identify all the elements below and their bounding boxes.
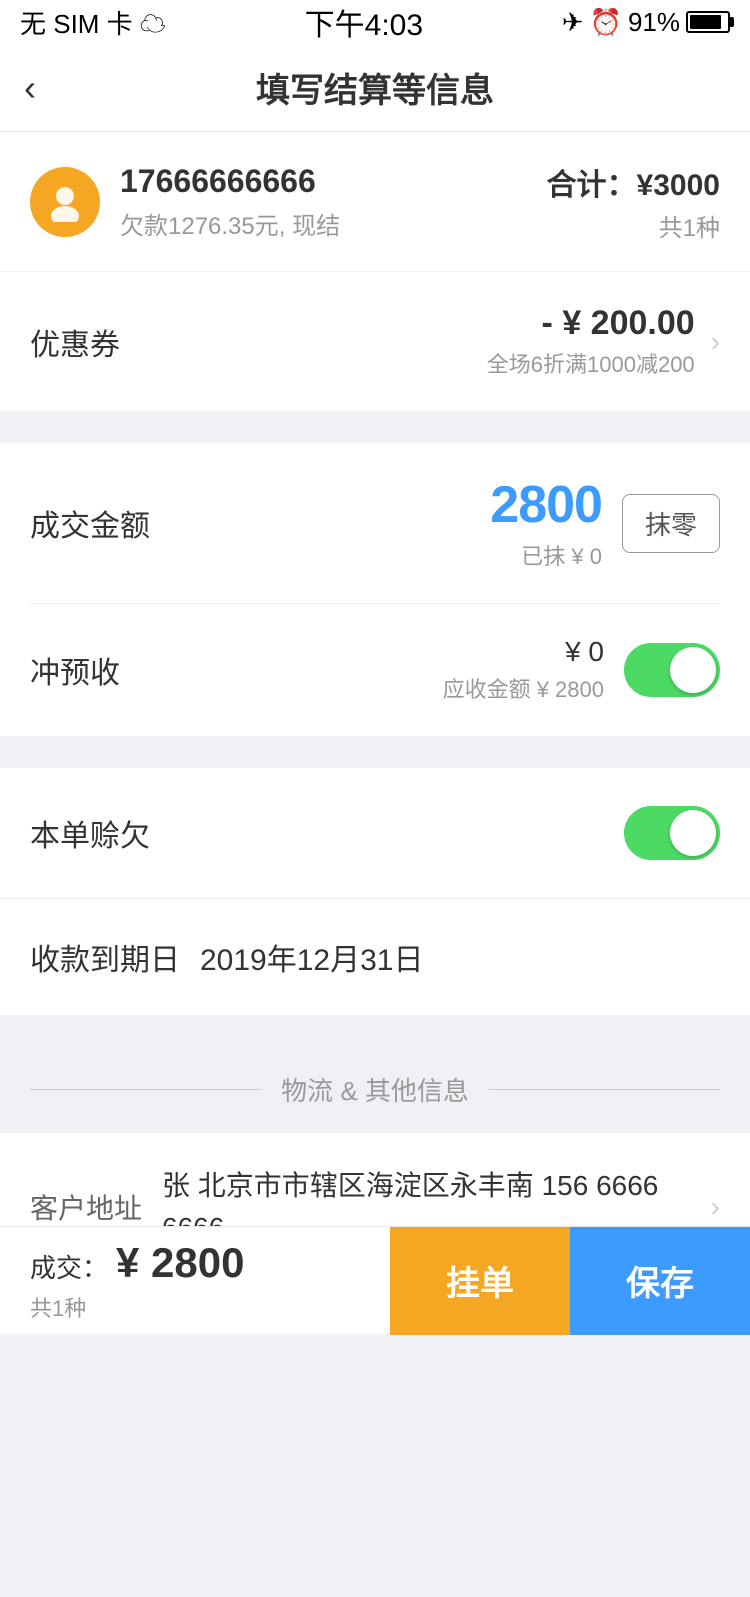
avatar	[30, 167, 100, 237]
nav-bar: ‹ 填写结算等信息	[0, 44, 750, 132]
coupon-row[interactable]: 优惠券 - ¥ 200.00 全场6折满1000减200 ›	[0, 271, 750, 411]
customer-row: 17666666666 欠款1276.35元, 现结 合计：¥3000 共1种	[0, 132, 750, 271]
deal-amount-value: 2800	[490, 475, 602, 535]
status-right: ✈ ⏰ 91%	[562, 7, 730, 38]
coupon-label: 优惠券	[30, 320, 120, 364]
page-title: 填写结算等信息	[256, 63, 494, 112]
coupon-detail: 全场6折满1000减200	[487, 347, 695, 379]
address-chevron-icon: ›	[711, 1191, 720, 1223]
battery-icon	[686, 11, 730, 33]
chong-toggle[interactable]	[624, 643, 720, 697]
deal-amount-row: 成交金额 2800 已抹 ¥ 0 抹零	[30, 443, 720, 604]
total-count: 共1种	[547, 208, 720, 243]
section-divider-2	[0, 752, 750, 768]
deal-section: 成交金额 2800 已抹 ¥ 0 抹零 冲预收 ¥ 0 应收金额 ¥ 2800	[0, 443, 750, 736]
chong-row: 冲预收 ¥ 0 应收金额 ¥ 2800	[30, 604, 720, 736]
battery-level: 91%	[628, 7, 680, 38]
chong-sub: 应收金额 ¥ 2800	[443, 672, 604, 704]
alarm-icon: ⏰	[590, 7, 622, 38]
bottom-bar: 成交： ¥ 2800 共1种 挂单 保存	[0, 1226, 750, 1334]
section-divider-3	[0, 1031, 750, 1047]
bottom-deal-label: 成交：	[30, 1248, 108, 1285]
due-row: 收款到期日 2019年12月31日	[0, 898, 750, 1015]
main-content: 17666666666 欠款1276.35元, 现结 合计：¥3000 共1种 …	[0, 132, 750, 1597]
due-label: 收款到期日	[30, 935, 180, 979]
credit-toggle[interactable]	[624, 806, 720, 860]
total-amount: 合计：¥3000	[547, 160, 720, 204]
sim-label: 无 SIM 卡 ☁	[20, 4, 166, 41]
deal-amount-sub: 已抹 ¥ 0	[490, 539, 602, 571]
location-icon: ✈	[562, 7, 584, 38]
customer-card: 17666666666 欠款1276.35元, 现结 合计：¥3000 共1种 …	[0, 132, 750, 411]
coupon-discount: - ¥ 200.00	[487, 304, 695, 343]
back-button[interactable]: ‹	[24, 67, 36, 109]
deal-amount-label: 成交金额	[30, 501, 150, 545]
status-left: 无 SIM 卡 ☁	[20, 4, 166, 41]
save-button[interactable]: 保存	[570, 1227, 750, 1335]
status-time: 下午4:03	[305, 0, 423, 44]
bottom-deal-amount: ¥ 2800	[116, 1239, 244, 1287]
credit-label: 本单赊欠	[30, 811, 150, 855]
bottom-summary: 成交： ¥ 2800 共1种	[0, 1239, 390, 1323]
bottom-count: 共1种	[30, 1291, 360, 1323]
logistics-label: 物流 & 其他信息	[281, 1071, 469, 1108]
customer-debt: 欠款1276.35元, 现结	[120, 206, 340, 241]
chevron-right-icon: ›	[711, 326, 720, 358]
hang-button[interactable]: 挂单	[390, 1227, 570, 1335]
credit-row: 本单赊欠	[0, 768, 750, 898]
address-label: 客户地址	[30, 1187, 142, 1227]
chong-amount: ¥ 0	[443, 636, 604, 668]
due-date: 2019年12月31日	[200, 935, 423, 979]
mozero-button[interactable]: 抹零	[622, 494, 720, 553]
logistics-header: 物流 & 其他信息	[0, 1047, 750, 1132]
credit-card: 本单赊欠 收款到期日 2019年12月31日	[0, 768, 750, 1015]
customer-phone: 17666666666	[120, 163, 340, 200]
status-bar: 无 SIM 卡 ☁ 下午4:03 ✈ ⏰ 91%	[0, 0, 750, 44]
section-divider-1	[0, 427, 750, 443]
chong-label: 冲预收	[30, 648, 120, 692]
